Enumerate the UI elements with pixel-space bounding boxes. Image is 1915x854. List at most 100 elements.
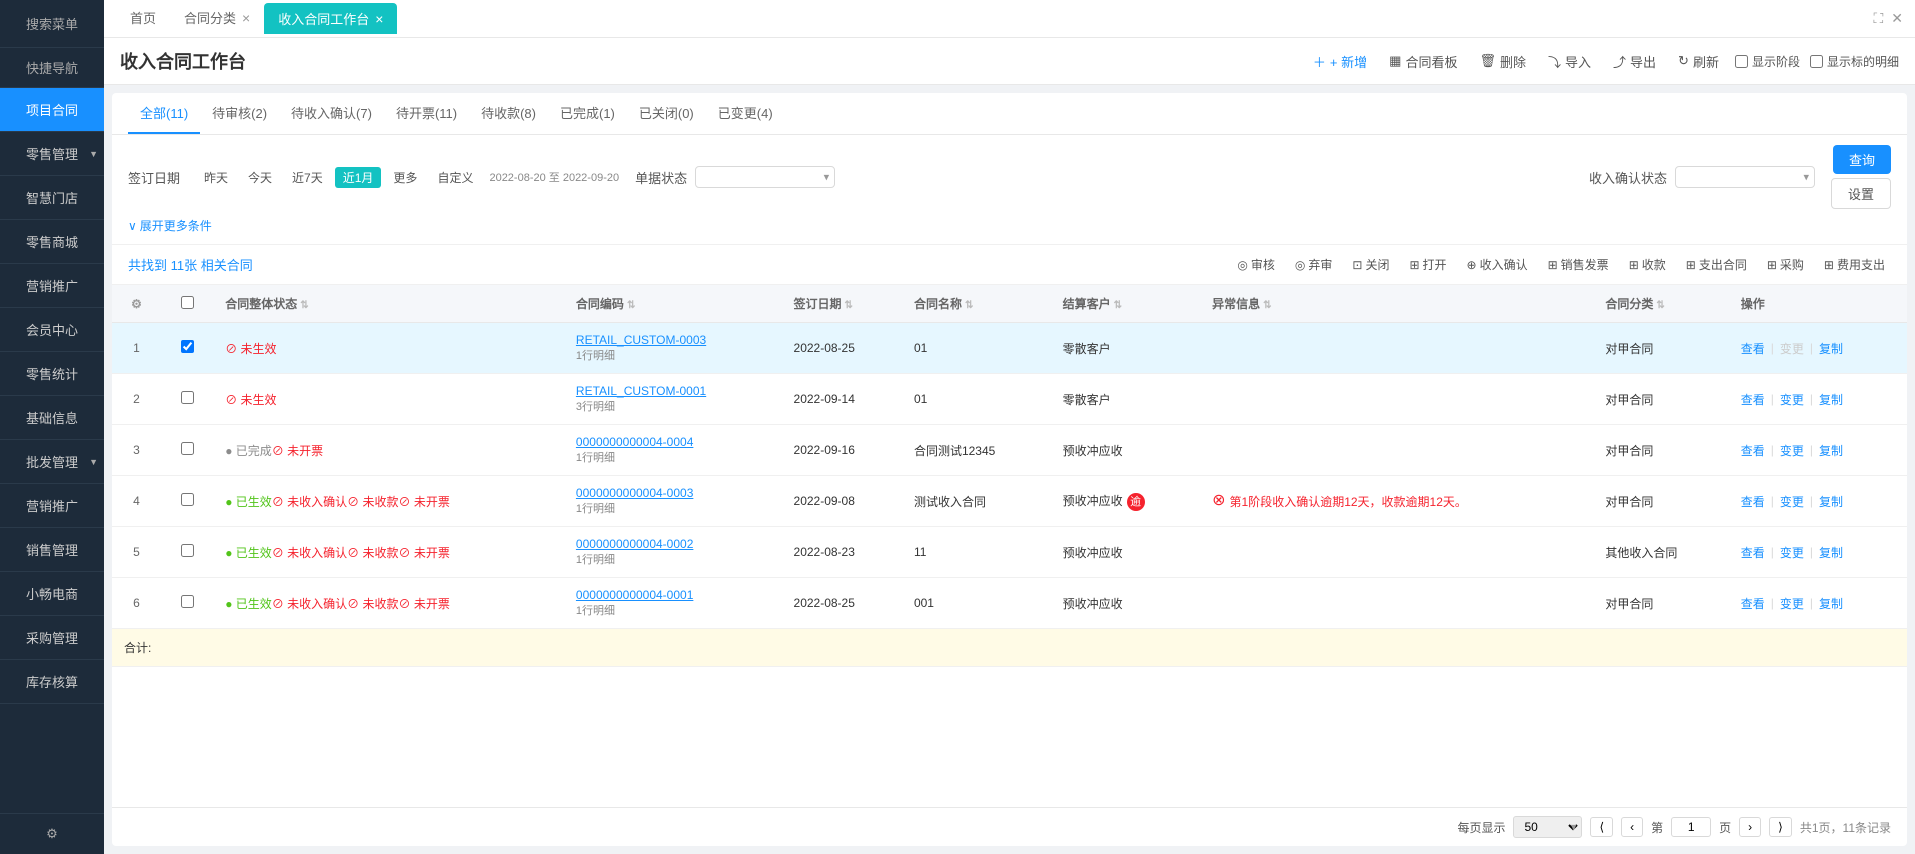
status-tab-all[interactable]: 全部(11) <box>128 93 200 134</box>
action-复制[interactable]: 复制 <box>1819 544 1843 561</box>
prev-page-button[interactable]: ‹ <box>1621 817 1643 837</box>
action-复制[interactable]: 复制 <box>1819 391 1843 408</box>
payout-contract-button[interactable]: ⊞ 支出合同 <box>1680 253 1753 276</box>
last-page-button[interactable]: ⟩ <box>1769 817 1792 837</box>
sidebar-item-base-info[interactable]: 基础信息 <box>0 396 104 440</box>
date-btn-yesterday[interactable]: 昨天 <box>196 167 236 188</box>
close-tab-contract-cat[interactable]: × <box>242 10 250 26</box>
sidebar-settings[interactable]: ⚙ <box>0 813 104 854</box>
sidebar-item-purchase[interactable]: 采购管理 <box>0 616 104 660</box>
sort-icon-code[interactable]: ⇅ <box>627 300 635 311</box>
tab-contract-cat[interactable]: 合同分类 × <box>170 0 264 37</box>
sort-icon-date[interactable]: ⇅ <box>845 300 853 311</box>
sidebar-item-marketing1[interactable]: 营销推广 <box>0 264 104 308</box>
receipt-button[interactable]: ⊞ 收款 <box>1623 253 1672 276</box>
close-tab-income-workbench[interactable]: × <box>375 11 383 27</box>
contract-code-link[interactable]: 0000000000004-0003 <box>576 486 770 500</box>
first-page-button[interactable]: ⟨ <box>1590 817 1613 837</box>
page-size-select[interactable]: 50 100 <box>1513 816 1582 838</box>
tab-income-workbench[interactable]: 收入合同工作台 × <box>264 3 397 34</box>
abandon-button[interactable]: ◎ 弃审 <box>1289 253 1339 276</box>
contract-code-link[interactable]: RETAIL_CUSTOM-0001 <box>576 384 770 398</box>
contract-code-link[interactable]: 0000000000004-0001 <box>576 588 770 602</box>
action-复制[interactable]: 复制 <box>1819 340 1843 357</box>
select-all-checkbox[interactable] <box>181 296 194 309</box>
date-btn-7days[interactable]: 近7天 <box>284 167 331 188</box>
sidebar-item-xiaochang[interactable]: 小畅电商 <box>0 572 104 616</box>
action-查看[interactable]: 查看 <box>1741 595 1765 612</box>
action-查看[interactable]: 查看 <box>1741 442 1765 459</box>
export-button[interactable]: ⤴ 导出 <box>1607 50 1662 73</box>
sidebar-item-stock[interactable]: 库存核算 <box>0 660 104 704</box>
status-tab-closed[interactable]: 已关闭(0) <box>627 93 706 134</box>
date-btn-today[interactable]: 今天 <box>240 167 280 188</box>
action-复制[interactable]: 复制 <box>1819 493 1843 510</box>
action-查看[interactable]: 查看 <box>1741 391 1765 408</box>
tab-home[interactable]: 首页 <box>116 0 170 37</box>
doc-status-select[interactable] <box>695 166 835 188</box>
date-btn-custom[interactable]: 自定义 <box>429 167 481 188</box>
expand-filter-button[interactable]: ∨ 展开更多条件 <box>128 217 212 234</box>
action-变更[interactable]: 变更 <box>1780 391 1804 408</box>
row-checkbox[interactable] <box>181 442 194 455</box>
sidebar-quick-nav[interactable]: 快捷导航 <box>0 48 104 88</box>
sidebar-search[interactable]: 搜索菜单 <box>0 0 104 48</box>
show-detail-checkbox[interactable]: 显示标的明细 <box>1810 53 1899 70</box>
delete-button[interactable]: 🗑 删除 <box>1473 50 1532 73</box>
filter-settings-button[interactable]: 设置 <box>1831 178 1891 209</box>
maximize-icon[interactable]: ⛶ <box>1873 10 1883 27</box>
sort-icon-type[interactable]: ⇅ <box>1656 300 1664 311</box>
contract-code-link[interactable]: 0000000000004-0004 <box>576 435 770 449</box>
action-查看[interactable]: 查看 <box>1741 340 1765 357</box>
purchase-button[interactable]: ⊞ 采购 <box>1761 253 1810 276</box>
row-checkbox[interactable] <box>181 493 194 506</box>
action-变更[interactable]: 变更 <box>1780 595 1804 612</box>
action-复制[interactable]: 复制 <box>1819 595 1843 612</box>
income-confirm-button[interactable]: ⊕ 收入确认 <box>1461 253 1534 276</box>
expense-payout-button[interactable]: ⊞ 费用支出 <box>1818 253 1891 276</box>
sidebar-item-wholesale[interactable]: 批发管理 <box>0 440 104 484</box>
next-page-button[interactable]: › <box>1739 817 1761 837</box>
sidebar-item-ecom[interactable]: 零售商城 <box>0 220 104 264</box>
col-checkbox[interactable] <box>161 285 213 323</box>
new-button[interactable]: ＋ + 新增 <box>1307 50 1373 73</box>
sales-invoice-button[interactable]: ⊞ 销售发票 <box>1542 253 1615 276</box>
row-checkbox[interactable] <box>181 391 194 404</box>
action-变更[interactable]: 变更 <box>1780 544 1804 561</box>
action-查看[interactable]: 查看 <box>1741 544 1765 561</box>
sort-icon-status[interactable]: ⇅ <box>300 300 308 311</box>
sort-icon-abnormal[interactable]: ⇅ <box>1263 300 1271 311</box>
status-tab-pending-receipt[interactable]: 待收款(8) <box>469 93 548 134</box>
refresh-button[interactable]: ↻ 刷新 <box>1672 50 1725 73</box>
contract-code-link[interactable]: 0000000000004-0002 <box>576 537 770 551</box>
page-number-input[interactable] <box>1671 817 1711 837</box>
action-变更[interactable]: 变更 <box>1780 442 1804 459</box>
row-checkbox[interactable] <box>181 544 194 557</box>
date-btn-1month[interactable]: 近1月 <box>335 167 382 188</box>
status-tab-changed[interactable]: 已变更(4) <box>706 93 785 134</box>
contract-code-link[interactable]: RETAIL_CUSTOM-0003 <box>576 333 770 347</box>
status-tab-pending-confirm[interactable]: 待收入确认(7) <box>279 93 384 134</box>
print-button[interactable]: ⊞ 打开 <box>1403 253 1452 276</box>
income-confirm-select[interactable] <box>1675 166 1815 188</box>
sidebar-item-retail[interactable]: 零售管理 <box>0 132 104 176</box>
sort-icon-customer[interactable]: ⇅ <box>1114 300 1122 311</box>
query-button[interactable]: 查询 <box>1833 145 1891 174</box>
status-tab-pending-review[interactable]: 待审核(2) <box>200 93 279 134</box>
status-tab-pending-invoice[interactable]: 待开票(11) <box>384 93 469 134</box>
show-phase-checkbox[interactable]: 显示阶段 <box>1735 53 1800 70</box>
import-button[interactable]: ⤵ 导入 <box>1542 50 1597 73</box>
sidebar-item-project[interactable]: 项目合同 <box>0 88 104 132</box>
sidebar-item-marketing2[interactable]: 营销推广 <box>0 484 104 528</box>
sort-icon-name[interactable]: ⇅ <box>965 300 973 311</box>
date-btn-more[interactable]: 更多 <box>385 167 425 188</box>
kanban-button[interactable]: ▦ 合同看板 <box>1383 50 1463 73</box>
action-复制[interactable]: 复制 <box>1819 442 1843 459</box>
action-变更[interactable]: 变更 <box>1780 493 1804 510</box>
row-checkbox[interactable] <box>181 595 194 608</box>
row-checkbox[interactable] <box>181 340 194 353</box>
status-tab-done[interactable]: 已完成(1) <box>548 93 627 134</box>
sidebar-item-sales[interactable]: 销售管理 <box>0 528 104 572</box>
close-window-icon[interactable]: ✕ <box>1891 10 1903 27</box>
close-button[interactable]: ⊡ 关闭 <box>1346 253 1395 276</box>
